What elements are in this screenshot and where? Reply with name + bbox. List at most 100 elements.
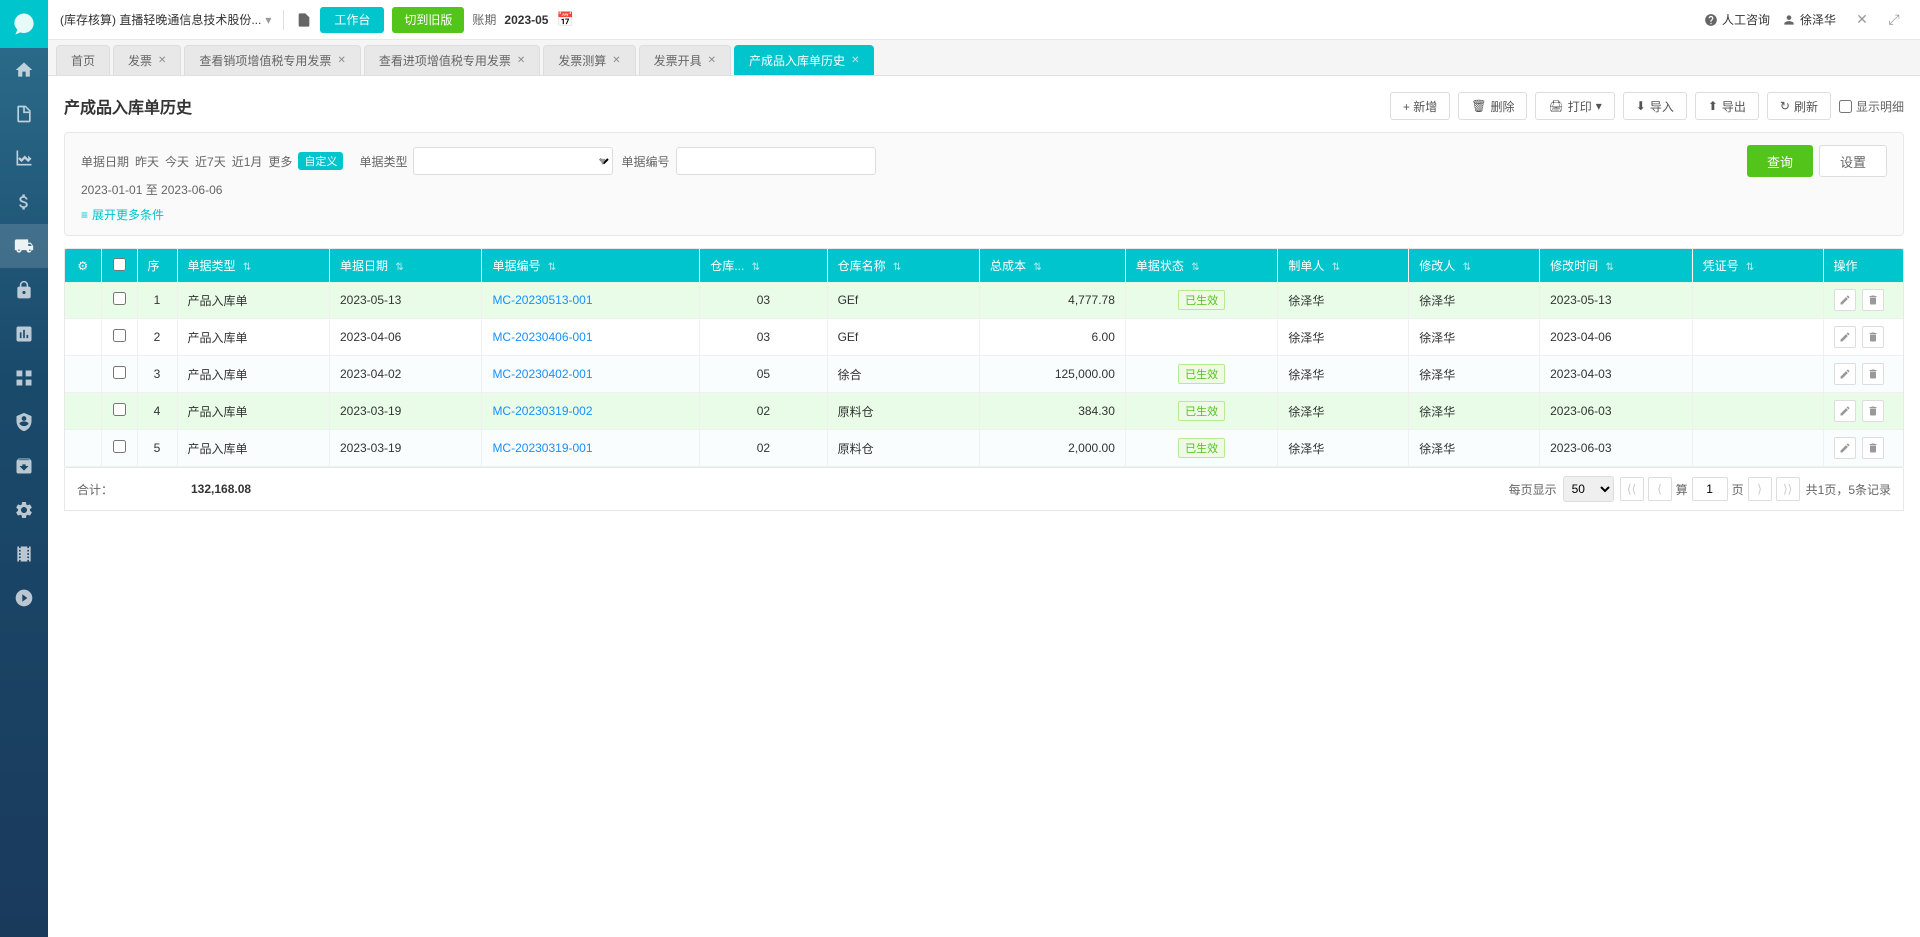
row-checkbox[interactable]: [113, 366, 126, 379]
doc-no-link[interactable]: MC-20230402-001: [492, 367, 592, 381]
tab-invoice-open[interactable]: 发票开具 ✕: [639, 45, 731, 75]
doc-no-link[interactable]: MC-20230513-001: [492, 293, 592, 307]
th-checkbox[interactable]: [101, 249, 137, 282]
sidebar-item-lock[interactable]: [0, 268, 48, 312]
row-checkbox[interactable]: [113, 292, 126, 305]
row-doc-no-cell[interactable]: MC-20230402-001: [482, 356, 700, 393]
tab-invoice[interactable]: 发票 ✕: [113, 45, 181, 75]
row-checkbox[interactable]: [113, 403, 126, 416]
pager-last-btn[interactable]: ⟩⟩: [1776, 477, 1800, 501]
row-check-cell[interactable]: [101, 319, 137, 356]
tab-warehouse-history[interactable]: 产成品入库单历史 ✕: [734, 45, 874, 75]
sidebar-item-home[interactable]: [0, 48, 48, 92]
row-delete-btn[interactable]: [1862, 400, 1884, 422]
show-detail-checkbox[interactable]: [1839, 100, 1852, 113]
sidebar-item-media[interactable]: [0, 532, 48, 576]
maximize-button[interactable]: ⤢: [1880, 6, 1908, 34]
tab-purchase-vat-close[interactable]: ✕: [517, 55, 525, 66]
sidebar-item-report[interactable]: [0, 312, 48, 356]
tab-invoice-open-close[interactable]: ✕: [708, 55, 716, 66]
print-button[interactable]: 🖨 打印 ▾: [1535, 92, 1614, 120]
th-setting[interactable]: ⚙: [65, 249, 101, 282]
row-check-cell[interactable]: [101, 393, 137, 430]
select-all-checkbox[interactable]: [113, 258, 126, 271]
new-button[interactable]: + 新增: [1390, 92, 1450, 120]
shortcut-today[interactable]: 今天: [165, 153, 189, 170]
th-doc-type[interactable]: 单据类型 ⇅: [177, 249, 329, 282]
sidebar-item-stamp[interactable]: [0, 400, 48, 444]
pager-prev-btn[interactable]: ⟨: [1648, 477, 1672, 501]
th-warehouse-code[interactable]: 仓库... ⇅: [700, 249, 827, 282]
shortcut-yesterday[interactable]: 昨天: [135, 153, 159, 170]
row-delete-btn[interactable]: [1862, 289, 1884, 311]
tab-sales-vat[interactable]: 查看销项增值税专用发票 ✕: [184, 45, 360, 75]
export-button[interactable]: ⬆ 导出: [1695, 92, 1759, 120]
sidebar-item-grid[interactable]: [0, 356, 48, 400]
switch-version-button[interactable]: 切到旧版: [392, 7, 464, 33]
sidebar-item-settings[interactable]: [0, 488, 48, 532]
sidebar-item-archive[interactable]: [0, 444, 48, 488]
sidebar-item-tax[interactable]: [0, 180, 48, 224]
th-modify-time[interactable]: 修改时间 ⇅: [1540, 249, 1692, 282]
import-button[interactable]: ⬇ 导入: [1623, 92, 1687, 120]
row-checkbox[interactable]: [113, 329, 126, 342]
pager-input[interactable]: [1692, 477, 1728, 501]
tab-invoice-calc-close[interactable]: ✕: [612, 55, 620, 66]
sidebar-item-document[interactable]: [0, 92, 48, 136]
query-button[interactable]: 查询: [1747, 145, 1813, 177]
row-doc-no-cell[interactable]: MC-20230406-001: [482, 319, 700, 356]
row-doc-no-cell[interactable]: MC-20230319-002: [482, 393, 700, 430]
row-check-cell[interactable]: [101, 282, 137, 319]
th-doc-status[interactable]: 单据状态 ⇅: [1125, 249, 1277, 282]
th-doc-no[interactable]: 单据编号 ⇅: [482, 249, 700, 282]
th-creator[interactable]: 制单人 ⇅: [1278, 249, 1409, 282]
page-size-select[interactable]: 50 20 100: [1563, 476, 1614, 502]
doc-no-link[interactable]: MC-20230319-002: [492, 404, 592, 418]
doc-no-link[interactable]: MC-20230406-001: [492, 330, 592, 344]
company-selector[interactable]: (库存核算) 直播轻晚通信息技术股份... ▾: [60, 11, 271, 28]
tab-invoice-calc[interactable]: 发票测算 ✕: [543, 45, 635, 75]
doc-type-select[interactable]: [413, 147, 613, 175]
row-doc-no-cell[interactable]: MC-20230319-001: [482, 430, 700, 467]
setting-button[interactable]: 设置: [1819, 145, 1887, 177]
row-edit-btn[interactable]: [1834, 437, 1856, 459]
tab-home[interactable]: 首页: [56, 45, 110, 75]
tab-sales-vat-close[interactable]: ✕: [337, 55, 345, 66]
row-edit-btn[interactable]: [1834, 363, 1856, 385]
row-delete-btn[interactable]: [1862, 437, 1884, 459]
sidebar-item-chart[interactable]: [0, 136, 48, 180]
row-check-cell[interactable]: [101, 356, 137, 393]
shortcut-1month[interactable]: 近1月: [232, 153, 263, 170]
shortcut-7days[interactable]: 近7天: [195, 153, 226, 170]
row-edit-btn[interactable]: [1834, 400, 1856, 422]
row-checkbox[interactable]: [113, 440, 126, 453]
th-total-cost[interactable]: 总成本 ⇅: [980, 249, 1126, 282]
row-delete-btn[interactable]: [1862, 326, 1884, 348]
pager-next-btn[interactable]: ⟩: [1748, 477, 1772, 501]
row-check-cell[interactable]: [101, 430, 137, 467]
workbench-button[interactable]: 工作台: [320, 7, 384, 33]
delete-button[interactable]: 🗑 删除: [1458, 92, 1527, 120]
calendar-icon[interactable]: 📅: [556, 11, 573, 28]
th-warehouse-name[interactable]: 仓库名称 ⇅: [827, 249, 979, 282]
th-voucher-no[interactable]: 凭证号 ⇅: [1692, 249, 1823, 282]
shortcut-more[interactable]: 更多: [268, 153, 292, 170]
th-doc-date[interactable]: 单据日期 ⇅: [329, 249, 481, 282]
minimize-button[interactable]: ✕: [1848, 6, 1876, 34]
row-edit-btn[interactable]: [1834, 326, 1856, 348]
row-delete-btn[interactable]: [1862, 363, 1884, 385]
tab-purchase-vat[interactable]: 查看进项增值税专用发票 ✕: [364, 45, 540, 75]
custom-date-btn[interactable]: 自定义: [298, 152, 343, 170]
tab-warehouse-history-close[interactable]: ✕: [851, 55, 859, 66]
doc-no-link[interactable]: MC-20230319-001: [492, 441, 592, 455]
tab-invoice-close[interactable]: ✕: [158, 55, 166, 66]
sidebar-item-warehouse[interactable]: [0, 224, 48, 268]
user-menu[interactable]: 徐泽华: [1782, 11, 1836, 28]
expand-filter-btn[interactable]: ≡ 展开更多条件: [81, 206, 1887, 223]
support-link[interactable]: 人工咨询: [1704, 11, 1770, 28]
th-modifier[interactable]: 修改人 ⇅: [1409, 249, 1540, 282]
pager-first-btn[interactable]: ⟨⟨: [1620, 477, 1644, 501]
doc-no-input[interactable]: [676, 147, 876, 175]
row-doc-no-cell[interactable]: MC-20230513-001: [482, 282, 700, 319]
show-detail-label[interactable]: 显示明细: [1839, 98, 1904, 115]
